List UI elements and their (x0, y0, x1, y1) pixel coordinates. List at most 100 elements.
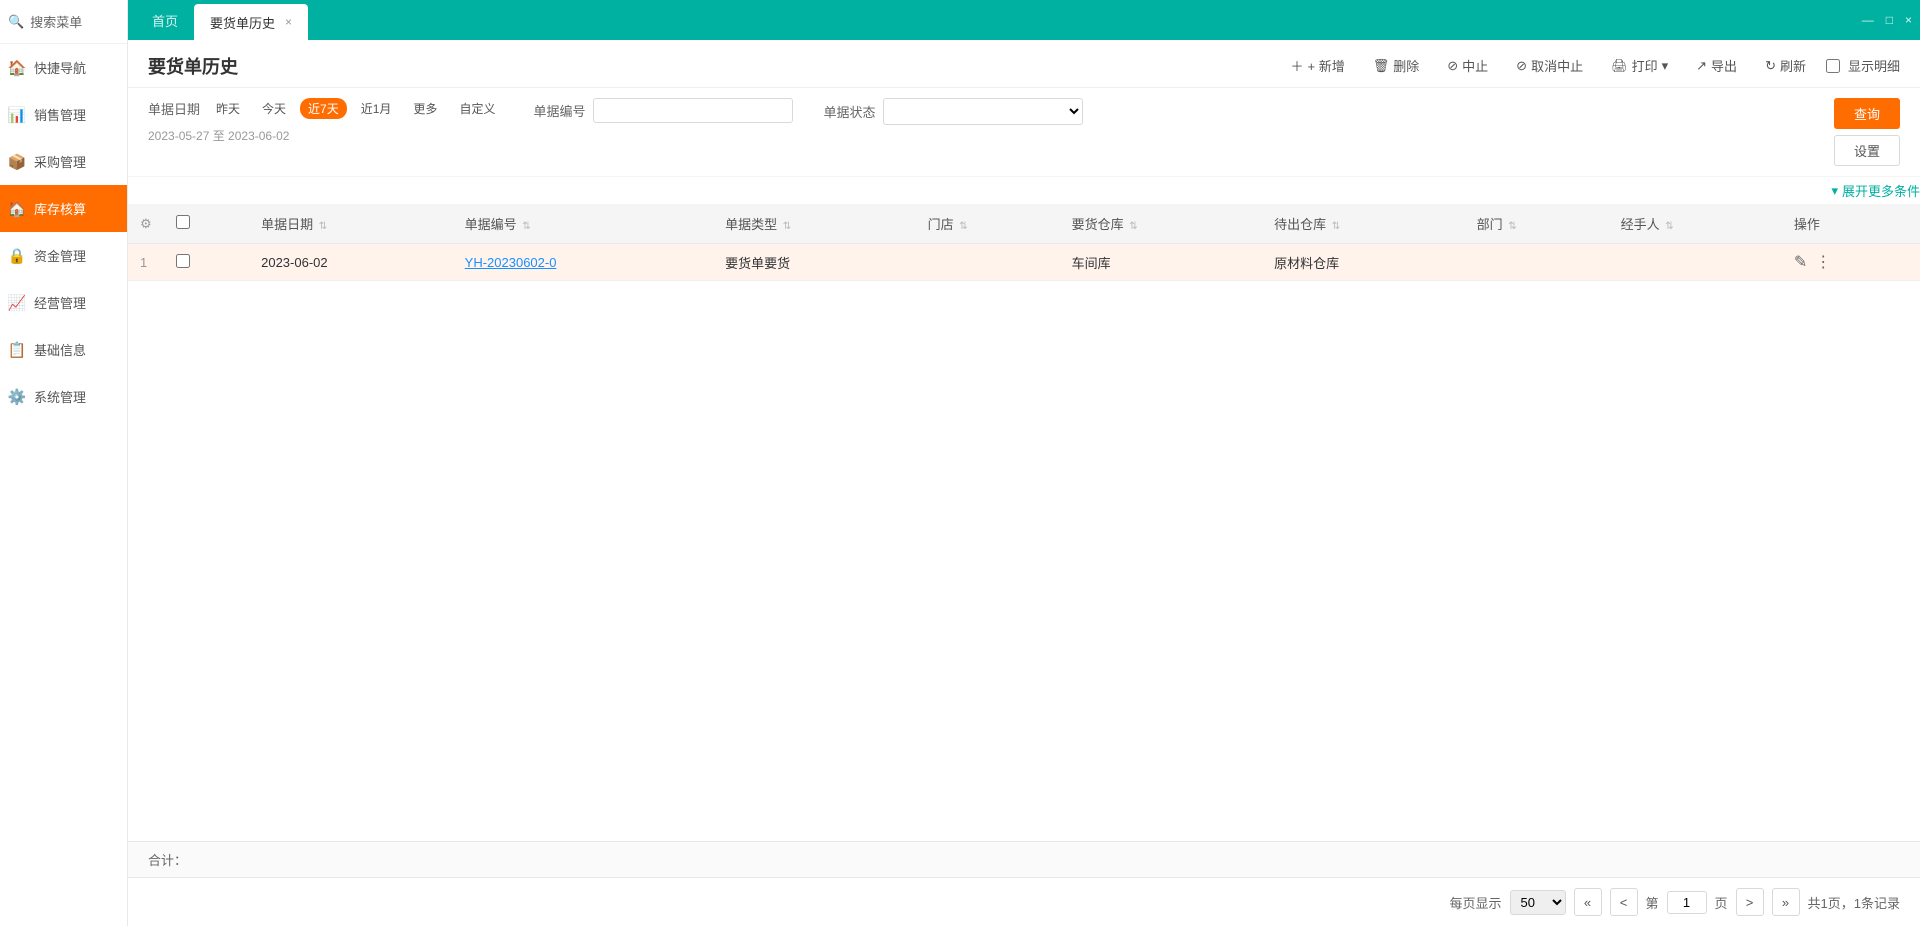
export-button[interactable]: ↗ 导出 (1688, 52, 1745, 79)
next-page-button[interactable]: > (1736, 888, 1764, 916)
refresh-button[interactable]: ↻ 刷新 (1757, 52, 1814, 79)
new-button[interactable]: ＋ + 新增 (1282, 52, 1352, 79)
sidebar-item-quick-nav[interactable]: 🏠 快捷导航 (0, 44, 127, 91)
row-checkbox[interactable] (176, 254, 190, 268)
maximize-button[interactable]: □ (1886, 13, 1893, 27)
new-icon: ＋ (1290, 56, 1303, 75)
select-all-checkbox[interactable] (176, 215, 190, 229)
sidebar: 🔍 搜索菜单 🏠 快捷导航 📊 销售管理 📦 采购管理 🏠 库存核算 🔒 资金管… (0, 0, 128, 926)
sidebar-item-finance[interactable]: 🔒 资金管理 (0, 232, 127, 279)
tab-close-icon[interactable]: × (285, 15, 292, 29)
sort-req-warehouse-icon[interactable]: ⇅ (1129, 221, 1137, 232)
shortcut-more[interactable]: 更多 (405, 98, 445, 119)
sidebar-item-inventory[interactable]: 🏠 库存核算 (0, 185, 127, 232)
shortcut-custom[interactable]: 自定义 (451, 98, 503, 119)
cancel-stop-label: 取消中止 (1531, 56, 1583, 75)
cancel-stop-icon: ⊘ (1516, 58, 1527, 74)
shortcut-7days[interactable]: 近7天 (300, 98, 347, 119)
sidebar-item-label: 采购管理 (34, 152, 86, 171)
go-to-label: 第 (1646, 893, 1659, 912)
col-date: 单据日期 ⇅ (249, 204, 453, 244)
tab-current-label: 要货单历史 (210, 13, 275, 32)
sort-doc-num-icon[interactable]: ⇅ (522, 221, 530, 232)
col-settings[interactable]: ⚙ (128, 204, 164, 244)
basic-info-icon: 📋 (8, 341, 26, 359)
col-doc-type: 单据类型 ⇅ (713, 204, 915, 244)
tab-home-label: 首页 (152, 11, 178, 30)
tab-current[interactable]: 要货单历史 × (194, 4, 308, 40)
date-filter-label: 单据日期 (148, 99, 200, 118)
system-icon: ⚙️ (8, 388, 26, 406)
sidebar-item-basic-info[interactable]: 📋 基础信息 (0, 326, 127, 373)
sidebar-item-label: 库存核算 (34, 199, 86, 218)
last-page-button[interactable]: » (1772, 888, 1800, 916)
sidebar-item-sales[interactable]: 📊 销售管理 (0, 91, 127, 138)
query-button[interactable]: 查询 (1834, 98, 1900, 129)
shortcut-yesterday[interactable]: 昨天 (208, 98, 248, 119)
sidebar-item-label: 销售管理 (34, 105, 86, 124)
cancel-stop-button[interactable]: ⊘ 取消中止 (1508, 52, 1591, 79)
col-req-warehouse: 要货仓库 ⇅ (1060, 204, 1262, 244)
expand-button[interactable]: ▾ 展开更多条件 (1831, 181, 1920, 200)
sort-pending-warehouse-icon[interactable]: ⇅ (1332, 221, 1340, 232)
sidebar-item-label: 系统管理 (34, 387, 86, 406)
sidebar-item-operations[interactable]: 📈 经营管理 (0, 279, 127, 326)
sort-date-icon[interactable]: ⇅ (319, 221, 327, 232)
delete-label: 删除 (1393, 56, 1419, 75)
status-select[interactable] (883, 98, 1083, 125)
stop-label: 中止 (1462, 56, 1488, 75)
stop-icon: ⊘ (1447, 58, 1458, 74)
col-ops: 操作 (1782, 204, 1920, 244)
sort-handler-icon[interactable]: ⇅ (1665, 221, 1673, 232)
more-icon[interactable]: ⋮ (1815, 252, 1831, 272)
col-doc-num: 单据编号 ⇅ (453, 204, 713, 244)
purchase-icon: 📦 (8, 153, 26, 171)
col-department: 部门 ⇅ (1465, 204, 1609, 244)
filter-section: 单据日期 昨天 今天 近7天 近1月 更多 自定义 2023-05-27 至 2… (128, 88, 1920, 176)
page-title: 要货单历史 (148, 53, 238, 79)
prev-page-button[interactable]: < (1610, 888, 1638, 916)
show-detail-checkbox[interactable] (1826, 59, 1840, 73)
print-label: 打印 (1632, 56, 1658, 75)
shortcut-1month[interactable]: 近1月 (353, 98, 400, 119)
first-page-button[interactable]: « (1574, 888, 1602, 916)
page-header: 要货单历史 ＋ + 新增 🗑 删除 ⊘ 中止 ⊘ 取消中止 (128, 40, 1920, 88)
show-detail-label: 显示明细 (1848, 56, 1900, 75)
sort-doc-type-icon[interactable]: ⇅ (783, 221, 791, 232)
shortcut-today[interactable]: 今天 (254, 98, 294, 119)
sidebar-item-label: 基础信息 (34, 340, 86, 359)
edit-icon[interactable]: ✎ (1794, 252, 1807, 272)
table-body: 1 2023-06-02 YH-20230602-0 要货单要货 车间库 原材料… (128, 244, 1920, 281)
col-doc-type-label: 单据类型 (725, 217, 777, 232)
sidebar-item-system[interactable]: ⚙️ 系统管理 (0, 373, 127, 420)
per-page-label: 每页显示 (1449, 893, 1501, 912)
tab-home[interactable]: 首页 (136, 0, 194, 40)
col-date-label: 单据日期 (261, 217, 313, 232)
minimize-button[interactable]: — (1862, 13, 1874, 27)
show-detail-toggle[interactable]: 显示明细 (1826, 56, 1900, 75)
page-label: 页 (1715, 893, 1728, 912)
page-content: 要货单历史 ＋ + 新增 🗑 删除 ⊘ 中止 ⊘ 取消中止 (128, 40, 1920, 926)
sidebar-search[interactable]: 🔍 搜索菜单 (0, 0, 127, 44)
doc-num-label: 单据编号 (533, 101, 585, 120)
status-label: 单据状态 (823, 102, 875, 121)
sort-department-icon[interactable]: ⇅ (1508, 221, 1516, 232)
close-button[interactable]: × (1905, 13, 1912, 27)
row-ops: ✎ ⋮ (1782, 244, 1920, 281)
print-button[interactable]: 🖨 打印 ▾ (1603, 52, 1676, 79)
doc-num-input[interactable] (593, 98, 793, 123)
delete-button[interactable]: 🗑 删除 (1365, 52, 1428, 79)
main-content: 首页 要货单历史 × — □ × 要货单历史 ＋ + 新增 🗑 删除 (128, 0, 1920, 926)
filter-action-btns: 查询 设置 (1834, 98, 1900, 166)
settings-button[interactable]: 设置 (1834, 135, 1900, 166)
per-page-select[interactable]: 50 10 20 100 (1510, 890, 1566, 915)
table-footer: 合计： (128, 841, 1920, 877)
col-pending-warehouse-label: 待出仓库 (1274, 217, 1326, 232)
sidebar-item-purchase[interactable]: 📦 采购管理 (0, 138, 127, 185)
doc-num-link[interactable]: YH-20230602-0 (465, 255, 557, 270)
stop-button[interactable]: ⊘ 中止 (1439, 52, 1496, 79)
sort-store-icon[interactable]: ⇅ (959, 221, 967, 232)
page-input[interactable] (1667, 891, 1707, 914)
col-store-label: 门店 (928, 217, 954, 232)
total-label: 合计： (148, 853, 187, 868)
